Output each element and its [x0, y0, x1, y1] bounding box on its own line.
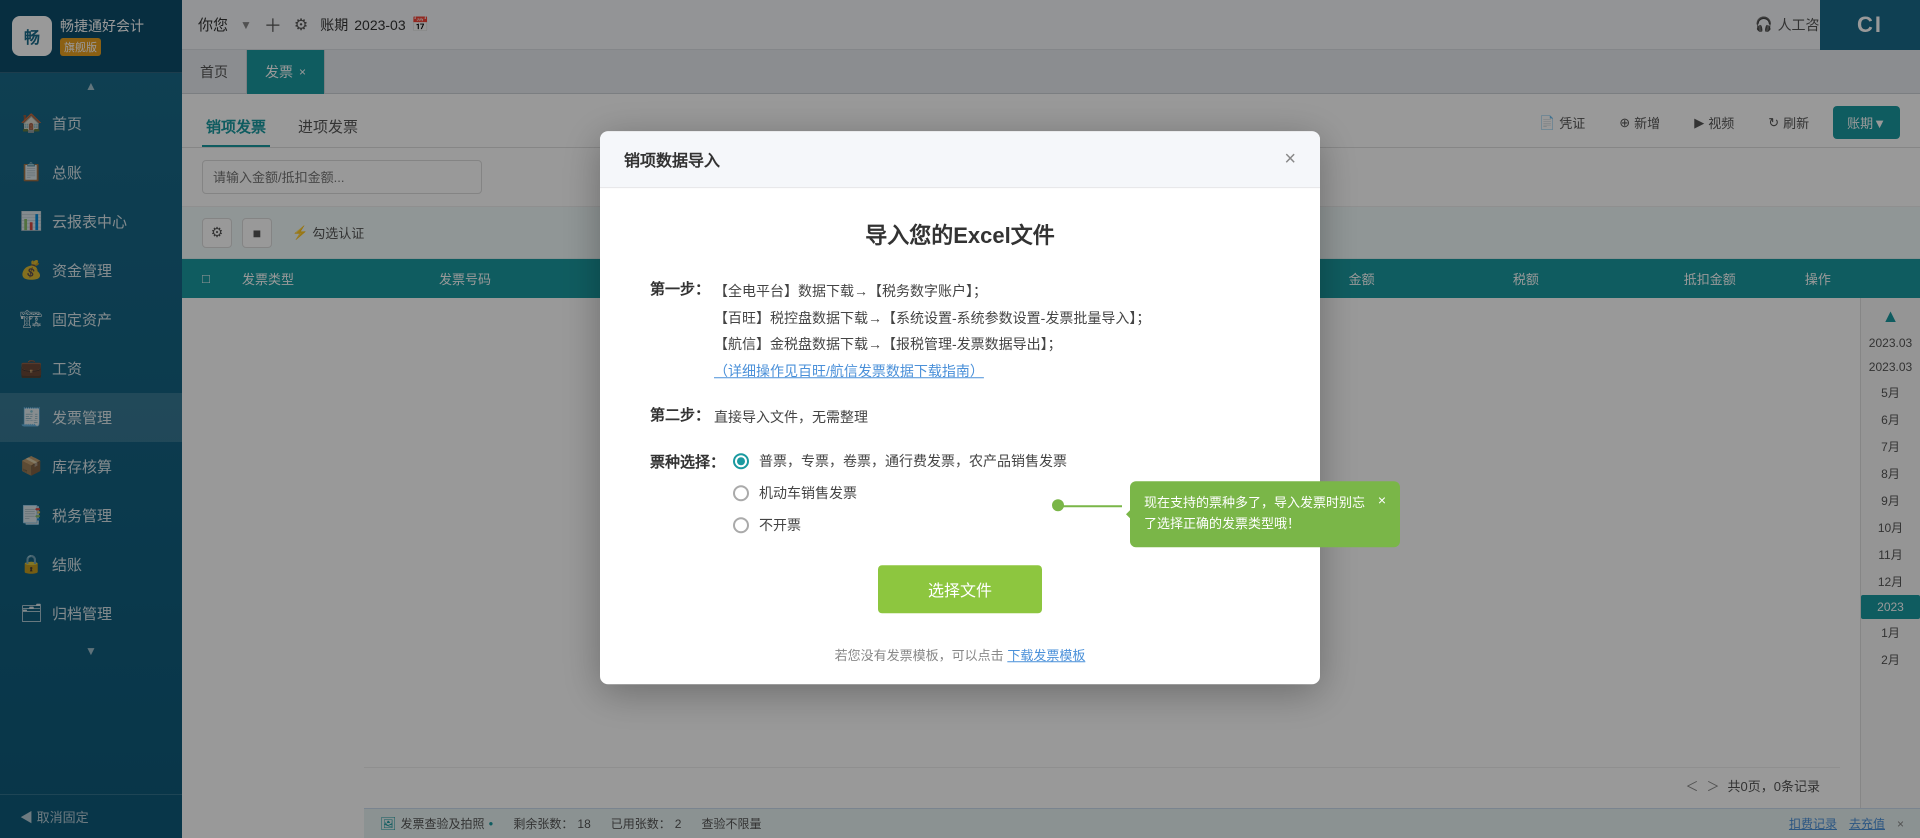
step-2: 第二步： 直接导入文件，无需整理 [650, 405, 1270, 432]
radio-option-1[interactable]: 普票，专票，卷票，通行费发票，农产品销售发票 [733, 452, 1067, 472]
modal-footer: 选择文件 若您没有发票模板，可以点击 下载发票模板 [600, 556, 1320, 685]
step1-title: 第一步： [650, 278, 710, 299]
radio-1-circle [733, 454, 749, 470]
radio-2-label: 机动车销售发票 [759, 484, 857, 504]
tooltip-text: 现在支持的票种多了，导入发票时别忘了选择正确的发票类型哦！ [1144, 496, 1365, 532]
tooltip-wrapper: × 现在支持的票种多了，导入发票时别忘了选择正确的发票类型哦！ [1130, 482, 1400, 548]
radio-3-label: 不开票 [759, 516, 801, 536]
modal-header: 销项数据导入 × [600, 131, 1320, 188]
tooltip-close-btn[interactable]: × [1378, 494, 1386, 508]
tooltip-connector [1062, 506, 1122, 508]
step2-content: 直接导入文件，无需整理 [710, 405, 868, 432]
step2-title: 第二步： [650, 405, 710, 426]
radio-2-circle [733, 486, 749, 502]
import-modal: 销项数据导入 × 导入您的Excel文件 第一步： 【全电平台】数据下载→【税务… [600, 131, 1320, 684]
tooltip-callout: × 现在支持的票种多了，导入发票时别忘了选择正确的发票类型哦！ [1130, 482, 1400, 548]
download-hint-text: 若您没有发票模板，可以点击 [835, 649, 1004, 664]
radio-1-dot [737, 458, 745, 466]
radio-3-circle [733, 518, 749, 534]
modal-title: 销项数据导入 [624, 147, 720, 171]
step1-line-3: 【航信】金税盘数据下载→【报税管理-发票数据导出】； [714, 331, 1150, 358]
step1-line-2: 【百旺】税控盘数据下载→【系统设置-系统参数设置-发票批量导入】； [714, 305, 1150, 332]
modal-main-title: 导入您的Excel文件 [650, 218, 1270, 250]
step-1: 第一步： 【全电平台】数据下载→【税务数字账户】； 【百旺】税控盘数据下载→【系… [650, 278, 1270, 384]
ticket-section: 票种选择： 普票，专票，卷票，通行费发票，农产品销售发票 机动车销售发票 [650, 452, 1270, 536]
download-template-link[interactable]: 下载发票模板 [1007, 649, 1085, 664]
radio-option-2[interactable]: 机动车销售发票 [733, 484, 1067, 504]
step1-line-1: 【全电平台】数据下载→【税务数字账户】； [714, 278, 1150, 305]
download-hint: 若您没有发票模板，可以点击 下载发票模板 [650, 646, 1270, 665]
step1-link[interactable]: （详细操作见百旺/航信发票数据下载指南） [714, 358, 1150, 385]
select-file-btn[interactable]: 选择文件 [878, 566, 1042, 614]
radio-1-label: 普票，专票，卷票，通行费发票，农产品销售发票 [759, 452, 1067, 472]
radio-option-3[interactable]: 不开票 [733, 516, 1067, 536]
step1-content: 【全电平台】数据下载→【税务数字账户】； 【百旺】税控盘数据下载→【系统设置-系… [710, 278, 1150, 384]
ticket-label: 票种选择： [650, 452, 725, 473]
radio-group: 普票，专票，卷票，通行费发票，农产品销售发票 机动车销售发票 不开票 [725, 452, 1067, 536]
modal-body: 导入您的Excel文件 第一步： 【全电平台】数据下载→【税务数字账户】； 【百… [600, 188, 1320, 555]
modal-close-btn[interactable]: × [1284, 149, 1296, 169]
